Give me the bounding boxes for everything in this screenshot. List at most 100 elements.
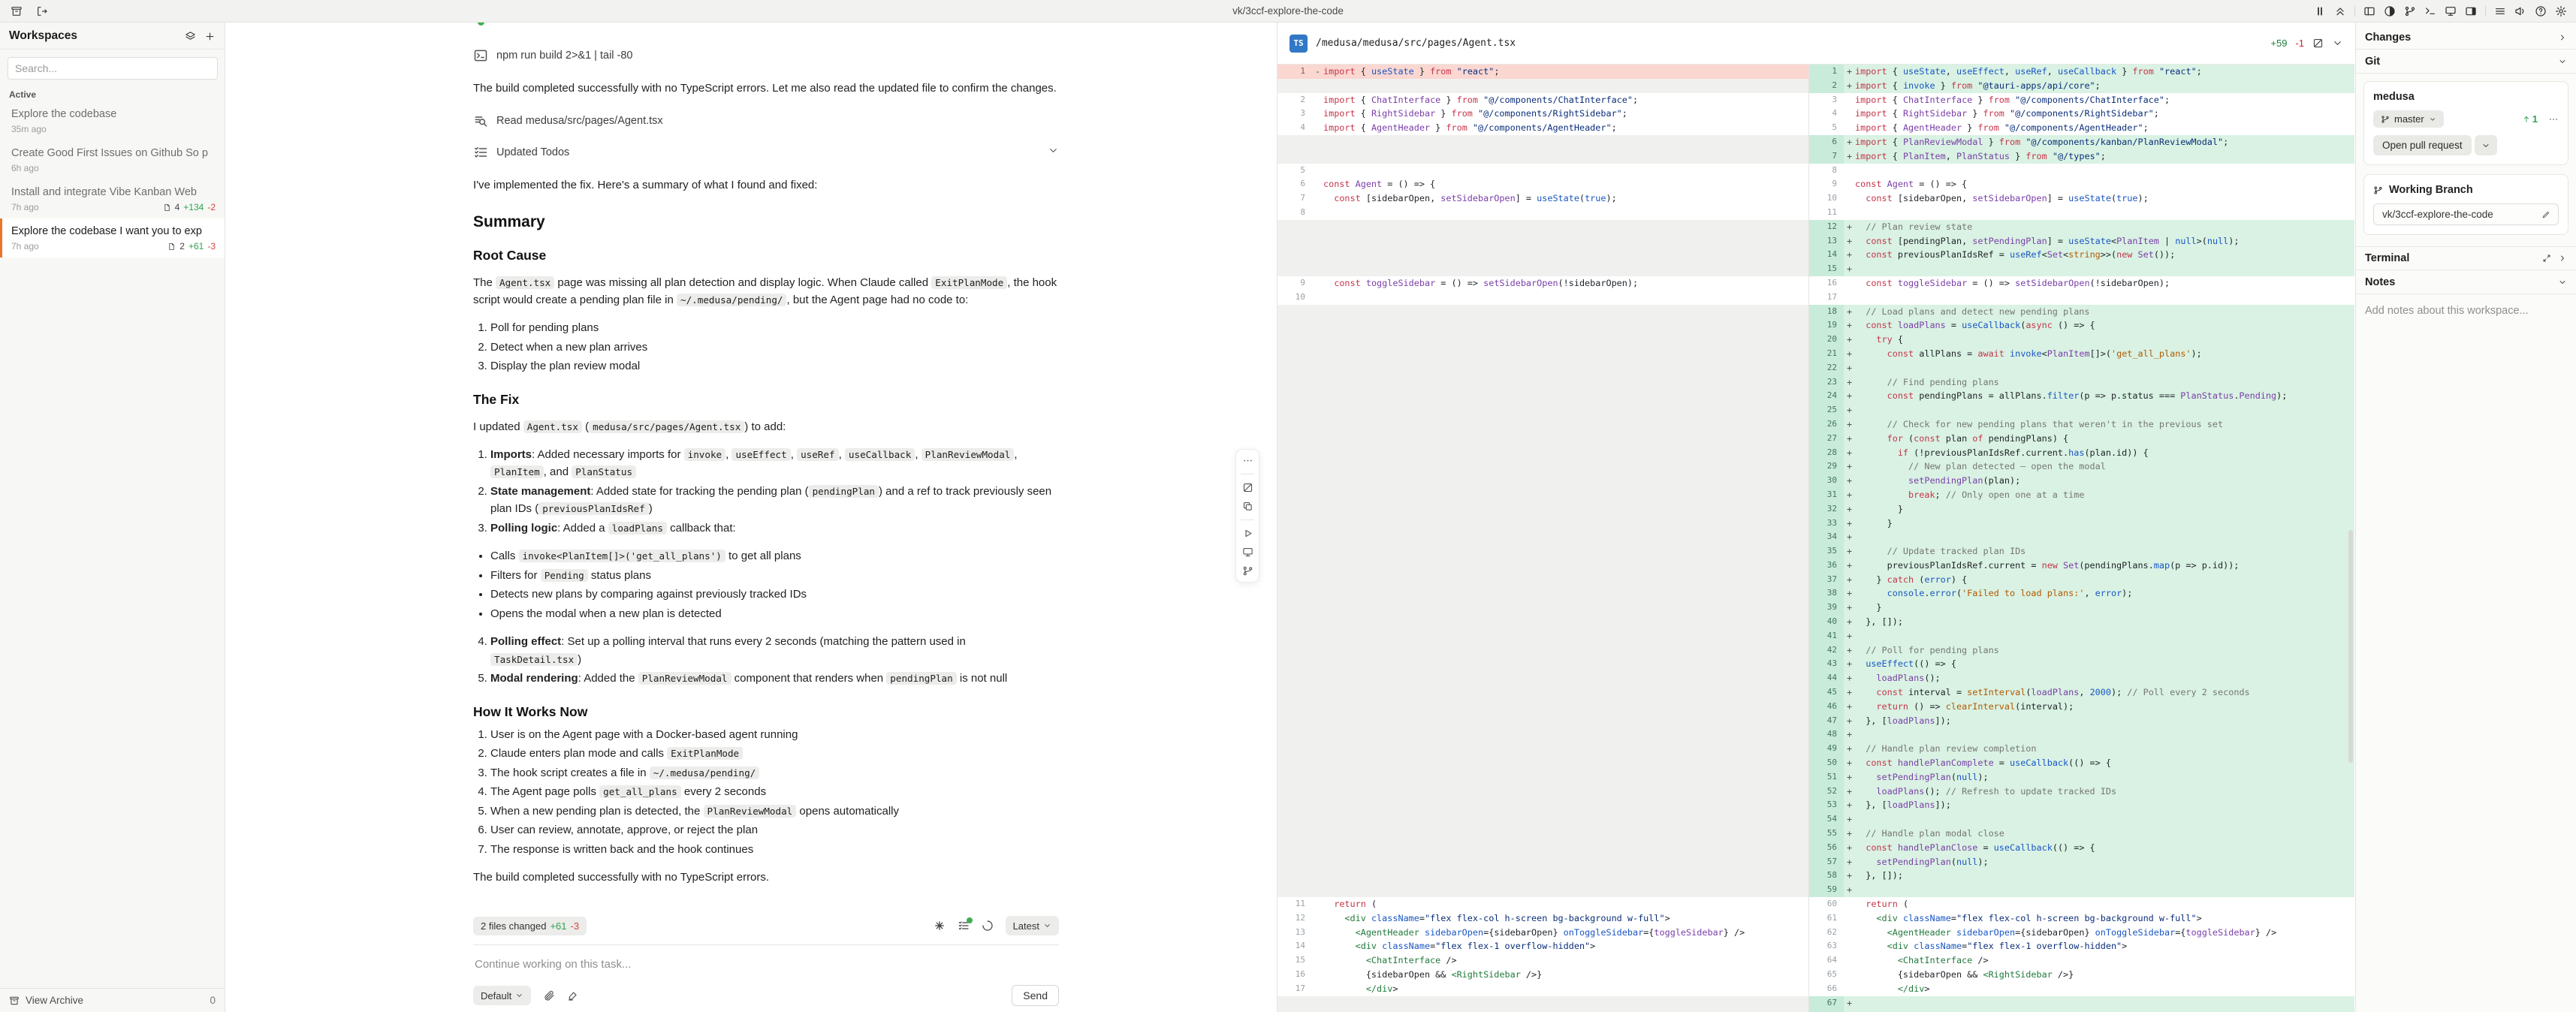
diff-body[interactable]: 1-import { useState } from "react";1+imp… <box>1277 65 2355 1012</box>
diff-row: 6const Agent = () => {9const Agent = () … <box>1277 177 2355 191</box>
pen-icon[interactable] <box>567 989 579 1001</box>
workspace-item[interactable]: Explore the codebase I want you to exp7h… <box>0 218 225 258</box>
diff-row: 55+ // Handle plan modal close <box>1277 827 2355 841</box>
diff-row: 34+ <box>1277 530 2355 544</box>
additions-count: +61 <box>550 920 566 932</box>
diff-file-header[interactable]: TS /medusa/medusa/src/pages/Agent.tsx +5… <box>1277 23 2355 65</box>
diff-cell: 15+ <box>1808 262 2354 276</box>
contrast-icon[interactable] <box>2384 5 2396 17</box>
list-item: Filters for Pending status plans <box>490 567 1059 585</box>
diff-cell <box>1277 530 1808 544</box>
pause-icon[interactable] <box>2314 5 2326 17</box>
todos-icon[interactable] <box>958 920 970 932</box>
working-branch-field[interactable] <box>2373 203 2559 225</box>
archive-icon[interactable] <box>11 5 23 17</box>
list-item: Detects new plans by comparing against p… <box>490 586 1059 604</box>
search-input[interactable] <box>8 57 218 80</box>
inline-code: useRef <box>797 448 839 461</box>
working-branch-input[interactable] <box>2381 208 2541 221</box>
panel-right-icon[interactable] <box>2465 5 2477 17</box>
panel-left-icon[interactable] <box>2363 5 2375 17</box>
section-git[interactable]: Git <box>2356 50 2576 74</box>
hide-whitespace-icon[interactable] <box>2312 38 2324 49</box>
files-changed-badge[interactable]: 2 files changed +61 -3 <box>473 917 587 935</box>
terminal-icon[interactable] <box>2424 5 2436 17</box>
expand-icon[interactable] <box>2542 254 2551 263</box>
deletions-count: -3 <box>571 920 580 932</box>
paperclip-icon[interactable] <box>543 989 555 1001</box>
diff-cell <box>1277 361 1808 375</box>
git-branch-icon[interactable] <box>1242 565 1253 577</box>
diff-cell: 31+ break; // Only open one at a time <box>1808 488 2354 502</box>
tool-call-row[interactable]: npm run build 2>&1 | tail -80 <box>473 48 1059 63</box>
diff-scrollbar[interactable] <box>2348 530 2353 763</box>
workspace-item[interactable]: Explore the codebase35m ago <box>0 101 225 140</box>
diff-row: 35+ // Update tracked plan IDs <box>1277 544 2355 559</box>
chevron-down-icon[interactable] <box>1048 145 1059 160</box>
tool-call-label: Read medusa/src/pages/Agent.tsx <box>496 115 663 127</box>
mode-dropdown[interactable]: Default <box>473 986 531 1005</box>
section-notes[interactable]: Notes <box>2356 270 2576 294</box>
send-button[interactable]: Send <box>1012 985 1059 1006</box>
latest-dropdown[interactable]: Latest <box>1006 916 1059 935</box>
view-archive-bar[interactable]: View Archive 0 <box>0 988 225 1012</box>
diff-row: 18+ // Load plans and detect new pending… <box>1277 305 2355 319</box>
chat-scroll-area[interactable]: npm run build 2>&1 | tail -80The build c… <box>225 23 1277 916</box>
pr-options-button[interactable] <box>2475 135 2497 155</box>
diff-cell <box>1277 643 1808 658</box>
monitor-icon[interactable] <box>1242 547 1253 558</box>
gear-icon[interactable] <box>2555 5 2567 17</box>
section-changes[interactable]: Changes <box>2356 26 2576 50</box>
floating-toolbar <box>1235 449 1259 583</box>
repo-more-menu[interactable] <box>2548 114 2559 125</box>
megaphone-icon[interactable] <box>2514 5 2526 17</box>
menu-icon[interactable] <box>2494 5 2506 17</box>
tool-call-row[interactable]: Read medusa/src/pages/Agent.tsx <box>473 113 1059 128</box>
diff-cell: 43+ useEffect(() => { <box>1808 657 2354 671</box>
help-icon[interactable] <box>2535 5 2547 17</box>
slash-square-icon[interactable] <box>1242 482 1253 493</box>
diff-row: 12 <div className="flex flex-col h-scree… <box>1277 911 2355 926</box>
diff-row: 21+ const allPlans = await invoke<PlanIt… <box>1277 347 2355 361</box>
diff-cell <box>1277 262 1808 276</box>
title-bar-right-icons <box>2314 5 2576 17</box>
pencil-icon[interactable] <box>2541 209 2551 219</box>
spinner-icon[interactable] <box>982 920 994 932</box>
dots-icon[interactable] <box>1242 455 1253 466</box>
open-pull-request-button[interactable]: Open pull request <box>2373 135 2472 155</box>
window-title: vk/3ccf-explore-the-code <box>1232 5 1344 17</box>
diff-cell: 24+ const pendingPlans = allPlans.filter… <box>1808 389 2354 403</box>
workspace-meta: 7h ago4+134-2 <box>11 202 216 212</box>
diff-cell: 1+import { useState, useEffect, useRef, … <box>1808 65 2354 79</box>
copy-icon[interactable] <box>1242 501 1253 512</box>
play-icon[interactable] <box>1242 528 1253 539</box>
diff-cell: 9 const toggleSidebar = () => setSidebar… <box>1277 276 1808 291</box>
list-item: Modal rendering: Added the PlanReviewMod… <box>490 670 1059 688</box>
workspace-search <box>8 57 217 80</box>
diff-cell: 7 const [sidebarOpen, setSidebarOpen] = … <box>1277 191 1808 206</box>
git-branch-icon[interactable] <box>2404 5 2416 17</box>
diff-row: 7 const [sidebarOpen, setSidebarOpen] = … <box>1277 191 2355 206</box>
diff-cell <box>1277 883 1808 897</box>
diff-cell <box>1277 657 1808 671</box>
chevrons-up-icon[interactable] <box>2334 5 2346 17</box>
branch-dropdown[interactable]: master <box>2373 110 2444 128</box>
notes-placeholder[interactable]: Add notes about this workspace... <box>2356 294 2576 327</box>
layers-icon[interactable] <box>185 31 196 42</box>
monitor-icon[interactable] <box>2445 5 2457 17</box>
sign-out-icon[interactable] <box>36 5 48 17</box>
diff-cell <box>1277 389 1808 403</box>
section-terminal[interactable]: Terminal <box>2356 246 2576 270</box>
chevron-down-icon <box>1043 920 1051 932</box>
plus-icon[interactable] <box>204 31 216 42</box>
workspace-item[interactable]: Create Good First Issues on Github So p6… <box>0 140 225 179</box>
message-input[interactable] <box>473 957 1059 971</box>
burst-icon[interactable] <box>934 920 946 932</box>
diff-cell: 22+ <box>1808 361 2354 375</box>
workspace-item[interactable]: Install and integrate Vibe Kanban Web7h … <box>0 179 225 218</box>
diff-row: 49+ // Handle plan review completion <box>1277 742 2355 756</box>
chevron-down-icon <box>2429 115 2436 124</box>
collapse-file-icon[interactable] <box>2332 38 2343 49</box>
diff-cell <box>1277 586 1808 601</box>
tool-call-row[interactable]: Updated Todos <box>473 145 1059 160</box>
